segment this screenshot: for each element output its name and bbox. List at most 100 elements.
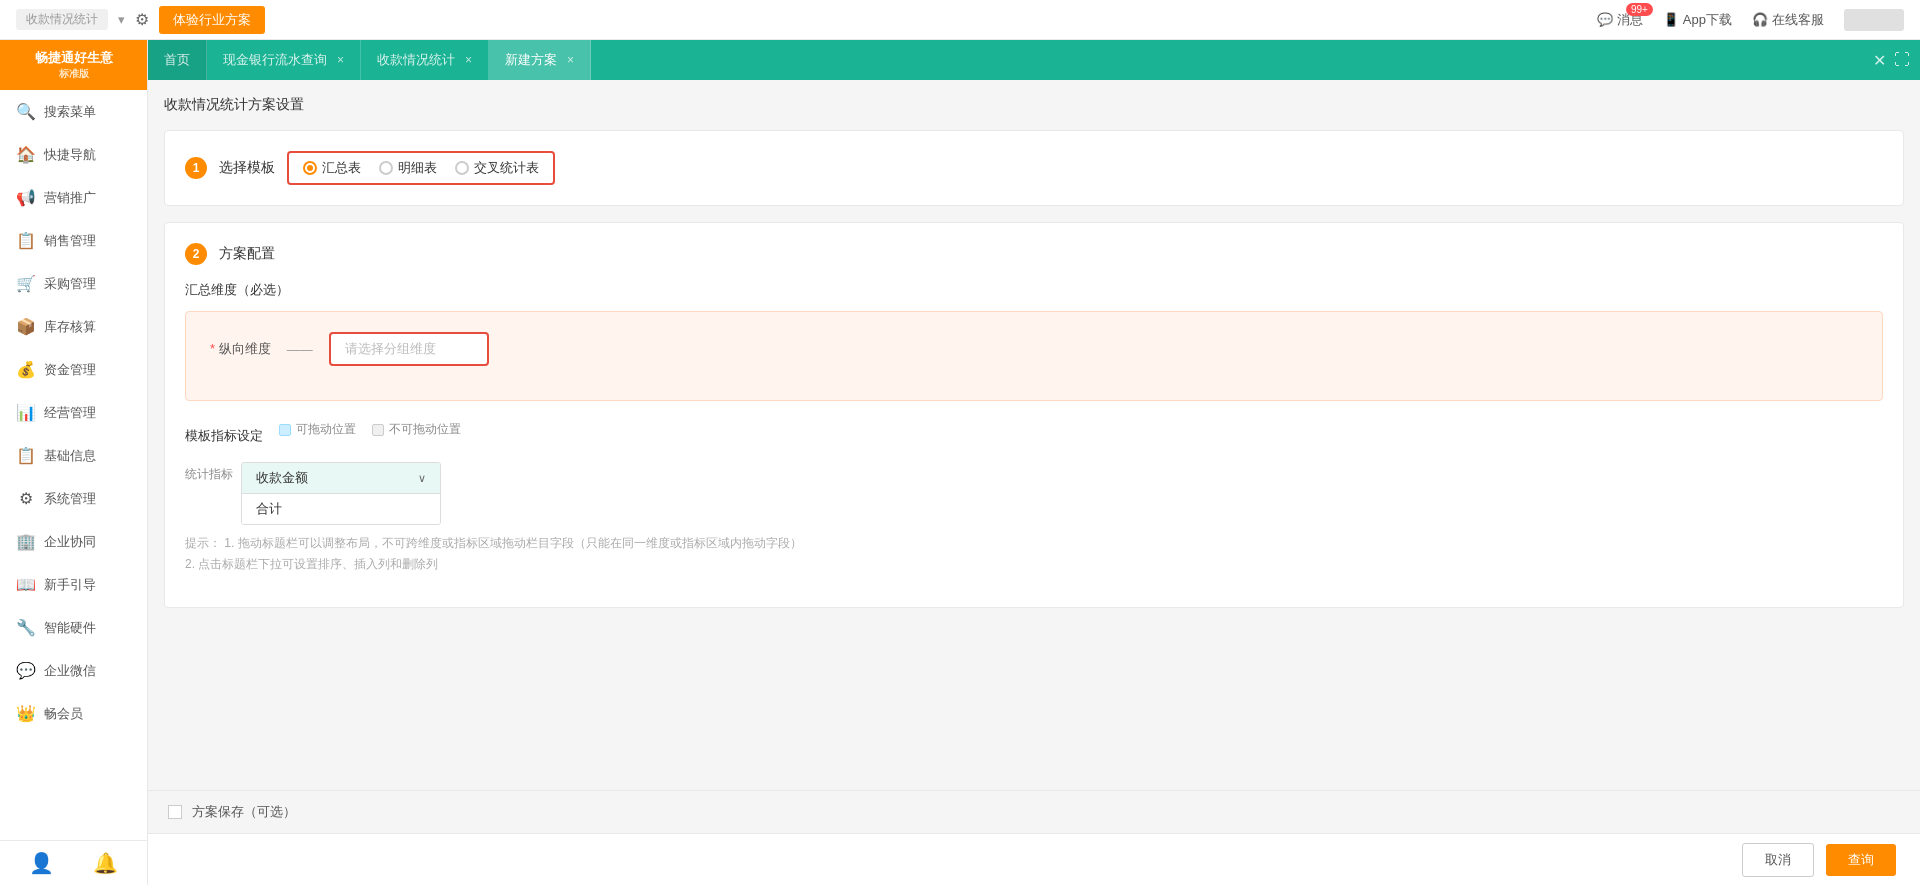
trial-button[interactable]: 体验行业方案 bbox=[159, 6, 265, 34]
tab-bank-flow-close[interactable]: × bbox=[337, 53, 344, 67]
draggable-legend: 可拖动位置 不可拖动位置 bbox=[279, 421, 461, 438]
hardware-icon: 🔧 bbox=[16, 618, 36, 637]
dimension-row: * 纵向维度 —— 请选择分组维度 bbox=[210, 332, 1858, 366]
purchase-icon: 🛒 bbox=[16, 274, 36, 293]
page-title: 收款情况统计方案设置 bbox=[164, 96, 1904, 114]
dimension-area: * 纵向维度 —— 请选择分组维度 bbox=[185, 311, 1883, 401]
metrics-title: 模板指标设定 bbox=[185, 427, 263, 445]
sidebar-item-management[interactable]: 📊 经营管理 bbox=[0, 391, 147, 434]
hint-line-2: 2. 点击标题栏下拉可设置排序、插入列和删除列 bbox=[185, 556, 1883, 573]
hint-line-1: 提示： 1. 拖动标题栏可以调整布局，不可跨维度或指标区域拖动栏目字段（只能在同… bbox=[185, 535, 1883, 552]
sidebar-item-search[interactable]: 🔍 搜索菜单 bbox=[0, 90, 147, 133]
dim-asterisk: * bbox=[210, 341, 219, 356]
save-label: 方案保存（可选） bbox=[192, 803, 296, 821]
gear-icon[interactable]: ⚙ bbox=[135, 10, 149, 29]
support-icon: 🎧 bbox=[1752, 12, 1768, 27]
dim-placeholder-select[interactable]: 请选择分组维度 bbox=[329, 332, 489, 366]
metrics-table-area: 统计指标 收款金额 ∨ 合计 bbox=[185, 462, 1883, 525]
metrics-total-value: 合计 bbox=[256, 501, 282, 516]
save-checkbox[interactable] bbox=[168, 805, 182, 819]
sidebar-label-purchase: 采购管理 bbox=[44, 275, 96, 293]
step2-label: 方案配置 bbox=[219, 245, 275, 263]
header-right: 💬 消息 99+ 📱 App下载 🎧 在线客服 bbox=[1597, 9, 1904, 31]
tab-close-btn[interactable]: ✕ bbox=[1873, 51, 1886, 70]
tab-home[interactable]: 首页 bbox=[148, 40, 207, 80]
step1-row: 1 选择模板 汇总表 明细表 交叉统计表 bbox=[185, 151, 1883, 185]
tab-bar-actions: ✕ ⛶ bbox=[1873, 51, 1920, 70]
step2-badge: 2 bbox=[185, 243, 207, 265]
sidebar-item-marketing[interactable]: 📢 营销推广 bbox=[0, 176, 147, 219]
tab-bank-flow[interactable]: 现金银行流水查询 × bbox=[207, 40, 361, 80]
header-left: 收款情况统计 ▾ ⚙ 体验行业方案 bbox=[16, 6, 265, 34]
radio-detail[interactable]: 明细表 bbox=[379, 159, 437, 177]
support-label: 在线客服 bbox=[1772, 11, 1824, 29]
sidebar-item-basics[interactable]: 📋 基础信息 bbox=[0, 434, 147, 477]
template-selection-box: 汇总表 明细表 交叉统计表 bbox=[287, 151, 555, 185]
radio-summary[interactable]: 汇总表 bbox=[303, 159, 361, 177]
sidebar-item-system[interactable]: ⚙ 系统管理 bbox=[0, 477, 147, 520]
system-icon: ⚙ bbox=[16, 489, 36, 508]
sidebar-item-wecom[interactable]: 💬 企业微信 bbox=[0, 649, 147, 692]
sidebar-item-guide[interactable]: 📖 新手引导 bbox=[0, 563, 147, 606]
tab-receipts-close[interactable]: × bbox=[465, 53, 472, 67]
download-item[interactable]: 📱 App下载 bbox=[1663, 11, 1732, 29]
logo-text: 畅捷通好生意 bbox=[35, 49, 113, 67]
sidebar-item-hardware[interactable]: 🔧 智能硬件 bbox=[0, 606, 147, 649]
tab-new-plan[interactable]: 新建方案 × bbox=[489, 40, 591, 80]
tab-home-label: 首页 bbox=[164, 51, 190, 69]
hint-section: 提示： 1. 拖动标题栏可以调整布局，不可跨维度或指标区域拖动栏目字段（只能在同… bbox=[185, 525, 1883, 587]
sidebar-label-guide: 新手引导 bbox=[44, 576, 96, 594]
sidebar-label-finance: 资金管理 bbox=[44, 361, 96, 379]
sidebar-item-nav[interactable]: 🏠 快捷导航 bbox=[0, 133, 147, 176]
user-avatar[interactable] bbox=[1844, 9, 1904, 31]
sidebar-notification-icon[interactable]: 🔔 bbox=[93, 851, 118, 875]
sidebar-item-enterprise[interactable]: 🏢 企业协同 bbox=[0, 520, 147, 563]
legend-fixed-label: 不可拖动位置 bbox=[389, 421, 461, 438]
logo-sub: 标准版 bbox=[35, 67, 113, 81]
sidebar-label-wecom: 企业微信 bbox=[44, 662, 96, 680]
query-button[interactable]: 查询 bbox=[1826, 844, 1896, 876]
dim-placeholder-text: 请选择分组维度 bbox=[345, 341, 436, 356]
sidebar-item-sales[interactable]: 📋 销售管理 bbox=[0, 219, 147, 262]
radio-cross-dot bbox=[455, 161, 469, 175]
sidebar-nav: 🔍 搜索菜单 🏠 快捷导航 📢 营销推广 📋 销售管理 🛒 采购管理 📦 bbox=[0, 90, 147, 840]
tab-receipts[interactable]: 收款情况统计 × bbox=[361, 40, 489, 80]
sidebar-label-inventory: 库存核算 bbox=[44, 318, 96, 336]
basics-icon: 📋 bbox=[16, 446, 36, 465]
legend-draggable-label: 可拖动位置 bbox=[296, 421, 356, 438]
search-icon: 🔍 bbox=[16, 102, 36, 121]
sidebar-item-inventory[interactable]: 📦 库存核算 bbox=[0, 305, 147, 348]
sidebar-item-member[interactable]: 👑 畅会员 bbox=[0, 692, 147, 735]
header-dropdown-icon[interactable]: ▾ bbox=[118, 12, 125, 27]
page-footer: 方案保存（可选） bbox=[148, 790, 1920, 833]
notification-item[interactable]: 💬 消息 99+ bbox=[1597, 11, 1643, 29]
sidebar-item-purchase[interactable]: 🛒 采购管理 bbox=[0, 262, 147, 305]
legend-fixed: 不可拖动位置 bbox=[372, 421, 461, 438]
support-item[interactable]: 🎧 在线客服 bbox=[1752, 11, 1824, 29]
radio-cross[interactable]: 交叉统计表 bbox=[455, 159, 539, 177]
sidebar-item-finance[interactable]: 💰 资金管理 bbox=[0, 348, 147, 391]
step2-card: 2 方案配置 汇总维度（必选） * 纵向维度 —— 请选择分组维度 bbox=[164, 222, 1904, 608]
layout: 畅捷通好生意 标准版 🔍 搜索菜单 🏠 快捷导航 📢 营销推广 📋 销售管理 bbox=[0, 40, 1920, 885]
sidebar-logo: 畅捷通好生意 标准版 bbox=[0, 40, 147, 90]
tab-new-plan-close[interactable]: × bbox=[567, 53, 574, 67]
metrics-col-header[interactable]: 收款金额 ∨ bbox=[242, 463, 440, 494]
wecom-icon: 💬 bbox=[16, 661, 36, 680]
main-content: 首页 现金银行流水查询 × 收款情况统计 × 新建方案 × ✕ ⛶ 收款情况统计… bbox=[148, 40, 1920, 885]
sidebar-label-system: 系统管理 bbox=[44, 490, 96, 508]
sidebar: 畅捷通好生意 标准版 🔍 搜索菜单 🏠 快捷导航 📢 营销推广 📋 销售管理 bbox=[0, 40, 148, 885]
radio-summary-label: 汇总表 bbox=[322, 159, 361, 177]
tab-expand-btn[interactable]: ⛶ bbox=[1894, 51, 1910, 69]
download-icon: 📱 bbox=[1663, 12, 1679, 27]
sidebar-label-search: 搜索菜单 bbox=[44, 103, 96, 121]
top-header: 收款情况统计 ▾ ⚙ 体验行业方案 💬 消息 99+ 📱 App下载 🎧 在线客… bbox=[0, 0, 1920, 40]
sidebar-bottom: 👤 🔔 bbox=[0, 840, 147, 885]
sidebar-label-hardware: 智能硬件 bbox=[44, 619, 96, 637]
sidebar-user-icon[interactable]: 👤 bbox=[29, 851, 54, 875]
dim-required-label: * 纵向维度 bbox=[210, 340, 271, 358]
cancel-button[interactable]: 取消 bbox=[1742, 843, 1814, 877]
finance-icon: 💰 bbox=[16, 360, 36, 379]
radio-summary-dot bbox=[303, 161, 317, 175]
inventory-icon: 📦 bbox=[16, 317, 36, 336]
marketing-icon: 📢 bbox=[16, 188, 36, 207]
